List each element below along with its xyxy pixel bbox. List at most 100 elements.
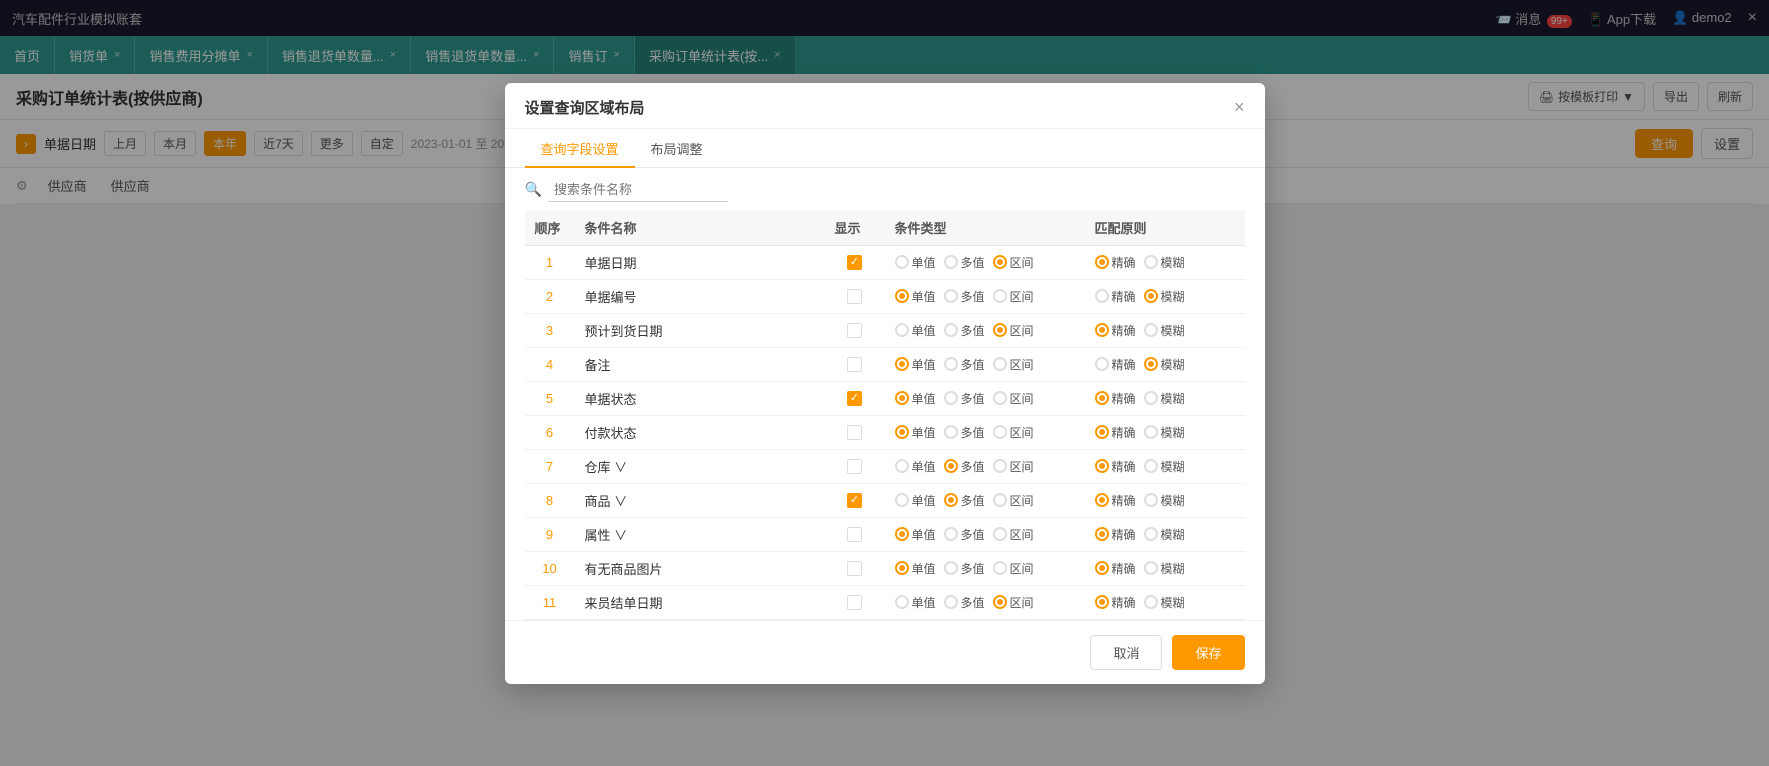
type-radio-单值[interactable]: 单值 <box>895 560 936 577</box>
match-radio-精确[interactable]: 精确 <box>1095 526 1136 543</box>
cell-match: 精确模糊 <box>1085 347 1245 381</box>
cell-name: 备注 <box>575 347 825 381</box>
cell-match: 精确模糊 <box>1085 449 1245 483</box>
match-radio-模糊[interactable]: 模糊 <box>1144 424 1185 441</box>
type-radio-区间[interactable]: 区间 <box>993 356 1034 373</box>
cell-display[interactable] <box>825 279 885 313</box>
cell-display[interactable] <box>825 313 885 347</box>
display-checkbox[interactable] <box>847 357 862 372</box>
dialog-tab-fields[interactable]: 查询字段设置 <box>525 129 635 168</box>
radio-circle <box>993 425 1007 439</box>
match-radio-精确[interactable]: 精确 <box>1095 560 1136 577</box>
type-radio-多值[interactable]: 多值 <box>944 560 985 577</box>
radio-circle <box>944 493 958 507</box>
dialog-close-button[interactable]: × <box>1234 98 1245 116</box>
type-radio-单值[interactable]: 单值 <box>895 254 936 271</box>
display-checkbox[interactable] <box>847 323 862 338</box>
match-radio-精确[interactable]: 精确 <box>1095 390 1136 407</box>
radio-circle <box>1095 391 1109 405</box>
match-radio-精确[interactable]: 精确 <box>1095 288 1136 305</box>
cell-type: 单值多值区间 <box>885 279 1085 313</box>
type-radio-多值[interactable]: 多值 <box>944 458 985 475</box>
display-checkbox[interactable] <box>847 391 862 406</box>
cell-display[interactable] <box>825 381 885 415</box>
cell-display[interactable] <box>825 415 885 449</box>
table-row: 2单据编号单值多值区间精确模糊 <box>525 279 1245 313</box>
type-radio-区间[interactable]: 区间 <box>993 492 1034 509</box>
type-radio-区间[interactable]: 区间 <box>993 390 1034 407</box>
cell-display[interactable] <box>825 483 885 517</box>
radio-circle <box>944 527 958 541</box>
type-radio-多值[interactable]: 多值 <box>944 424 985 441</box>
match-radio-精确[interactable]: 精确 <box>1095 322 1136 339</box>
cancel-button[interactable]: 取消 <box>1090 635 1162 670</box>
type-radio-单值[interactable]: 单值 <box>895 424 936 441</box>
match-radio-精确[interactable]: 精确 <box>1095 594 1136 611</box>
display-checkbox[interactable] <box>847 527 862 542</box>
type-radio-区间[interactable]: 区间 <box>993 594 1034 611</box>
display-checkbox[interactable] <box>847 289 862 304</box>
cell-match: 精确模糊 <box>1085 517 1245 551</box>
match-radio-精确[interactable]: 精确 <box>1095 356 1136 373</box>
match-radio-精确[interactable]: 精确 <box>1095 254 1136 271</box>
display-checkbox[interactable] <box>847 425 862 440</box>
cell-name: 单据状态 <box>575 381 825 415</box>
match-radio-模糊[interactable]: 模糊 <box>1144 458 1185 475</box>
dialog-tab-layout[interactable]: 布局调整 <box>635 129 719 168</box>
type-radio-区间[interactable]: 区间 <box>993 322 1034 339</box>
type-radio-区间[interactable]: 区间 <box>993 254 1034 271</box>
type-radio-多值[interactable]: 多值 <box>944 492 985 509</box>
type-radio-单值[interactable]: 单值 <box>895 322 936 339</box>
type-radio-多值[interactable]: 多值 <box>944 288 985 305</box>
display-checkbox[interactable] <box>847 561 862 576</box>
display-checkbox[interactable] <box>847 459 862 474</box>
radio-circle <box>1144 595 1158 609</box>
match-radio-模糊[interactable]: 模糊 <box>1144 254 1185 271</box>
cell-display[interactable] <box>825 585 885 619</box>
type-radio-单值[interactable]: 单值 <box>895 356 936 373</box>
match-radio-模糊[interactable]: 模糊 <box>1144 288 1185 305</box>
type-radio-多值[interactable]: 多值 <box>944 322 985 339</box>
cell-display[interactable] <box>825 245 885 279</box>
cell-display[interactable] <box>825 449 885 483</box>
type-radio-区间[interactable]: 区间 <box>993 560 1034 577</box>
type-radio-多值[interactable]: 多值 <box>944 594 985 611</box>
radio-circle <box>993 255 1007 269</box>
match-radio-精确[interactable]: 精确 <box>1095 458 1136 475</box>
match-radio-精确[interactable]: 精确 <box>1095 424 1136 441</box>
display-checkbox[interactable] <box>847 595 862 610</box>
type-radio-单值[interactable]: 单值 <box>895 526 936 543</box>
match-radio-模糊[interactable]: 模糊 <box>1144 560 1185 577</box>
cell-display[interactable] <box>825 517 885 551</box>
type-radio-多值[interactable]: 多值 <box>944 254 985 271</box>
cell-display[interactable] <box>825 347 885 381</box>
cell-display[interactable] <box>825 551 885 585</box>
display-checkbox[interactable] <box>847 255 862 270</box>
match-radio-模糊[interactable]: 模糊 <box>1144 492 1185 509</box>
match-radio-模糊[interactable]: 模糊 <box>1144 322 1185 339</box>
radio-circle <box>1144 527 1158 541</box>
type-radio-单值[interactable]: 单值 <box>895 390 936 407</box>
type-radio-区间[interactable]: 区间 <box>993 288 1034 305</box>
type-radio-单值[interactable]: 单值 <box>895 594 936 611</box>
type-radio-多值[interactable]: 多值 <box>944 526 985 543</box>
display-checkbox[interactable] <box>847 493 862 508</box>
type-radio-区间[interactable]: 区间 <box>993 424 1034 441</box>
search-icon: 🔍 <box>525 181 542 198</box>
type-radio-单值[interactable]: 单值 <box>895 492 936 509</box>
save-button[interactable]: 保存 <box>1172 635 1244 670</box>
match-radio-模糊[interactable]: 模糊 <box>1144 390 1185 407</box>
type-radio-多值[interactable]: 多值 <box>944 390 985 407</box>
radio-circle <box>944 323 958 337</box>
type-radio-区间[interactable]: 区间 <box>993 458 1034 475</box>
search-input[interactable] <box>548 178 728 202</box>
match-radio-精确[interactable]: 精确 <box>1095 492 1136 509</box>
match-radio-模糊[interactable]: 模糊 <box>1144 356 1185 373</box>
match-radio-模糊[interactable]: 模糊 <box>1144 526 1185 543</box>
type-radio-多值[interactable]: 多值 <box>944 356 985 373</box>
radio-circle <box>895 493 909 507</box>
type-radio-区间[interactable]: 区间 <box>993 526 1034 543</box>
type-radio-单值[interactable]: 单值 <box>895 288 936 305</box>
match-radio-模糊[interactable]: 模糊 <box>1144 594 1185 611</box>
type-radio-单值[interactable]: 单值 <box>895 458 936 475</box>
